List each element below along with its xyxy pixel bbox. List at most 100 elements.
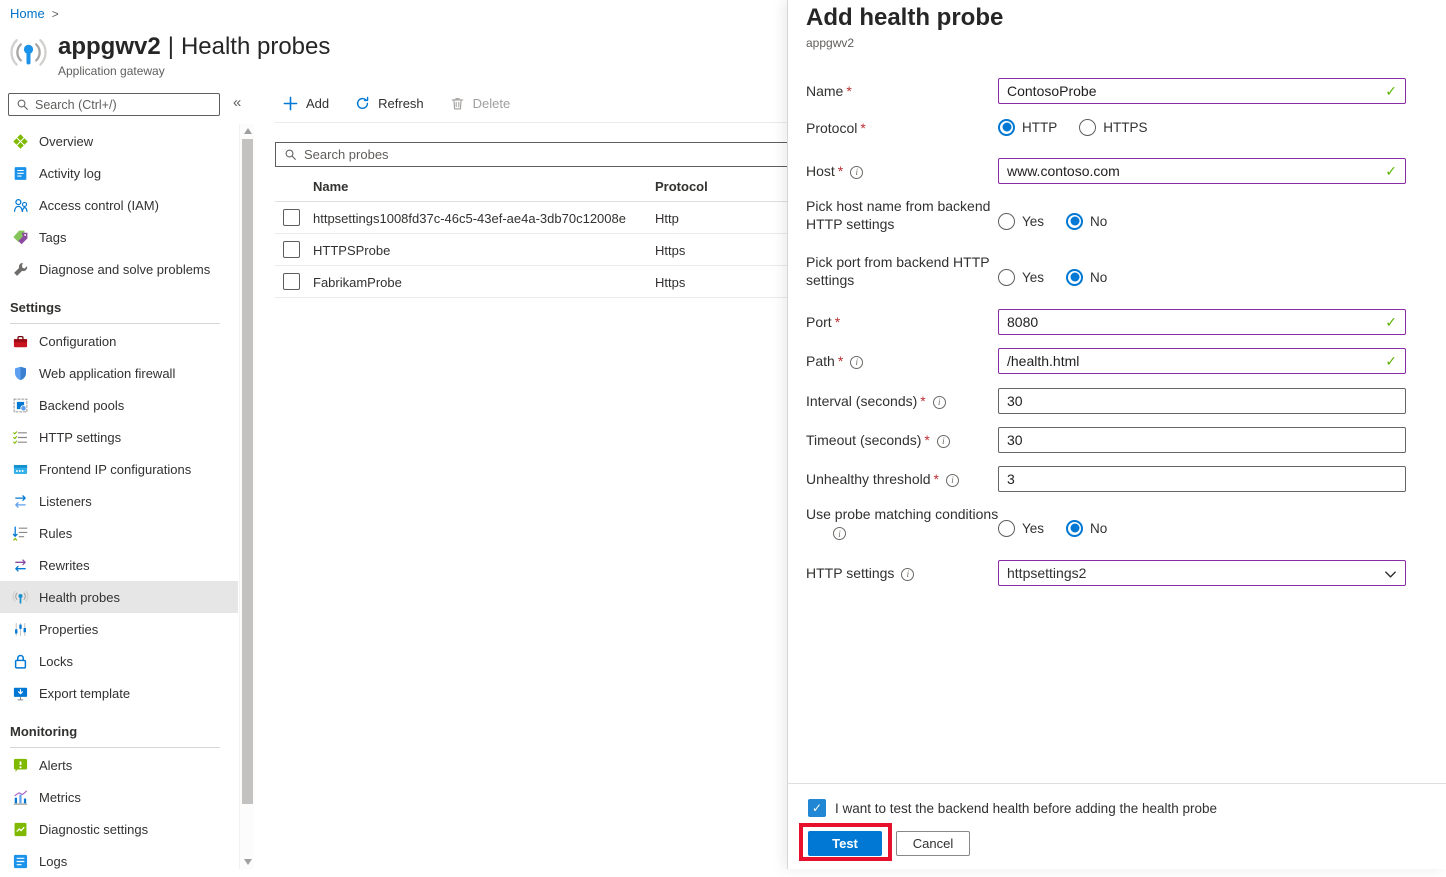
radio-https[interactable]: HTTPS <box>1079 119 1147 136</box>
rules-icon <box>12 525 29 542</box>
add-button[interactable]: Add <box>283 96 329 111</box>
sidebar-scrollbar[interactable] <box>239 124 254 869</box>
radio-yes[interactable]: Yes <box>998 520 1044 537</box>
scrollbar-up-arrow[interactable] <box>240 124 255 138</box>
test-backend-checkbox[interactable] <box>808 799 826 817</box>
info-icon[interactable] <box>850 356 863 369</box>
breadcrumb-home-link[interactable]: Home <box>10 6 45 21</box>
sidebar-nav: OverviewActivity logAccess control (IAM)… <box>0 125 238 877</box>
sidebar-item-overview[interactable]: Overview <box>0 125 238 157</box>
sidebar-item-access-control-iam[interactable]: Access control (IAM) <box>0 189 238 221</box>
test-button[interactable]: Test <box>808 831 882 856</box>
radio-http[interactable]: HTTP <box>998 119 1057 136</box>
diagnose-icon <box>12 261 29 278</box>
radio-no[interactable]: No <box>1066 213 1107 230</box>
required-asterisk <box>838 163 843 179</box>
http-settings-select[interactable]: httpsettings2 <box>998 560 1406 586</box>
sidebar-item-rules[interactable]: Rules <box>0 517 238 549</box>
sidebar-item-alerts[interactable]: Alerts <box>0 749 238 781</box>
cancel-button[interactable]: Cancel <box>896 831 970 856</box>
sidebar-item-http-settings[interactable]: HTTP settings <box>0 421 238 453</box>
test-backend-checkbox-label: I want to test the backend health before… <box>835 801 1217 816</box>
sidebar-item-configuration[interactable]: Configuration <box>0 325 238 357</box>
search-icon <box>284 148 297 161</box>
panel-subtitle: appgwv2 <box>806 36 854 50</box>
sidebar-item-web-application-firewall[interactable]: Web application firewall <box>0 357 238 389</box>
sidebar-item-diagnostic-settings[interactable]: Diagnostic settings <box>0 813 238 845</box>
http-settings-label: HTTP settings <box>806 564 998 582</box>
sidebar-item-label: Backend pools <box>39 398 124 413</box>
probe-table-body: httpsettings1008fd37c-46c5-43ef-ae4a-3db… <box>275 202 788 298</box>
radio-label: No <box>1090 270 1107 285</box>
pick-host-label: Pick host name from backend HTTP setting… <box>806 197 998 233</box>
host-label: Host <box>806 162 998 180</box>
scrollbar-down-arrow[interactable] <box>240 855 255 869</box>
radio-yes[interactable]: Yes <box>998 213 1044 230</box>
sidebar-item-health-probes[interactable]: Health probes <box>0 581 238 613</box>
port-input[interactable] <box>998 309 1406 335</box>
radio-label: Yes <box>1022 521 1044 536</box>
name-input[interactable] <box>998 78 1406 104</box>
info-icon[interactable] <box>850 166 863 179</box>
radio-no[interactable]: No <box>1066 520 1107 537</box>
unhealthy-threshold-input[interactable] <box>998 466 1406 492</box>
sidebar-item-locks[interactable]: Locks <box>0 645 238 677</box>
metrics-icon <box>12 789 29 806</box>
required-asterisk <box>835 314 840 330</box>
info-icon[interactable] <box>937 435 950 448</box>
probe-search-input[interactable] <box>304 147 779 162</box>
valid-check-icon <box>1385 353 1397 370</box>
sidebar-item-export-template[interactable]: Export template <box>0 677 238 709</box>
sidebar-item-properties[interactable]: Properties <box>0 613 238 645</box>
unhealthy-threshold-label: Unhealthy threshold <box>806 470 998 488</box>
table-row[interactable]: FabrikamProbeHttps <box>275 266 788 298</box>
radio-label: Yes <box>1022 214 1044 229</box>
refresh-button[interactable]: Refresh <box>355 96 424 111</box>
probe-search-box <box>275 142 788 167</box>
column-header-name: Name <box>313 179 348 194</box>
sidebar-item-activity-log[interactable]: Activity log <box>0 157 238 189</box>
search-icon <box>16 98 29 111</box>
info-icon[interactable] <box>933 396 946 409</box>
path-input[interactable] <box>998 348 1406 374</box>
table-row[interactable]: httpsettings1008fd37c-46c5-43ef-ae4a-3db… <box>275 202 788 234</box>
table-row[interactable]: HTTPSProbeHttps <box>275 234 788 266</box>
sidebar-search-input[interactable] <box>35 98 212 112</box>
interval-field-row: Interval (seconds) <box>788 388 1446 414</box>
delete-button[interactable]: Delete <box>450 96 511 111</box>
sidebar-item-logs[interactable]: Logs <box>0 845 238 877</box>
sidebar-item-metrics[interactable]: Metrics <box>0 781 238 813</box>
radio-yes[interactable]: Yes <box>998 269 1044 286</box>
sidebar-item-backend-pools[interactable]: Backend pools <box>0 389 238 421</box>
radio-no[interactable]: No <box>1066 269 1107 286</box>
sidebar-collapse-button[interactable]: « <box>233 94 241 111</box>
sidebar-item-diagnose-and-solve-problems[interactable]: Diagnose and solve problems <box>0 253 238 285</box>
host-input[interactable] <box>998 158 1406 184</box>
row-checkbox[interactable] <box>283 209 300 226</box>
row-checkbox[interactable] <box>283 241 300 258</box>
sidebar-item-frontend-ip-configurations[interactable]: Frontend IP configurations <box>0 453 238 485</box>
sidebar-item-tags[interactable]: Tags <box>0 221 238 253</box>
info-icon[interactable] <box>901 568 914 581</box>
radio-label: HTTPS <box>1103 120 1147 135</box>
sidebar-item-label: Listeners <box>39 494 92 509</box>
timeout-input[interactable] <box>998 427 1406 453</box>
info-icon[interactable] <box>833 527 846 540</box>
row-checkbox[interactable] <box>283 273 300 290</box>
info-icon[interactable] <box>946 474 959 487</box>
sidebar-item-label: Web application firewall <box>39 366 175 381</box>
sidebar-item-label: Diagnose and solve problems <box>39 262 210 277</box>
column-header-protocol: Protocol <box>655 179 708 194</box>
radio-label: No <box>1090 521 1107 536</box>
configuration-icon <box>12 333 29 350</box>
radio-label: No <box>1090 214 1107 229</box>
interval-input[interactable] <box>998 388 1406 414</box>
radio-icon <box>998 269 1015 286</box>
sidebar-search-box <box>8 93 220 116</box>
sidebar-item-label: Frontend IP configurations <box>39 462 191 477</box>
scrollbar-thumb[interactable] <box>242 139 253 804</box>
sidebar-item-listeners[interactable]: Listeners <box>0 485 238 517</box>
required-asterisk <box>920 393 925 409</box>
sidebar-item-rewrites[interactable]: Rewrites <box>0 549 238 581</box>
pick-port-radio-group: Yes No <box>998 268 1406 286</box>
